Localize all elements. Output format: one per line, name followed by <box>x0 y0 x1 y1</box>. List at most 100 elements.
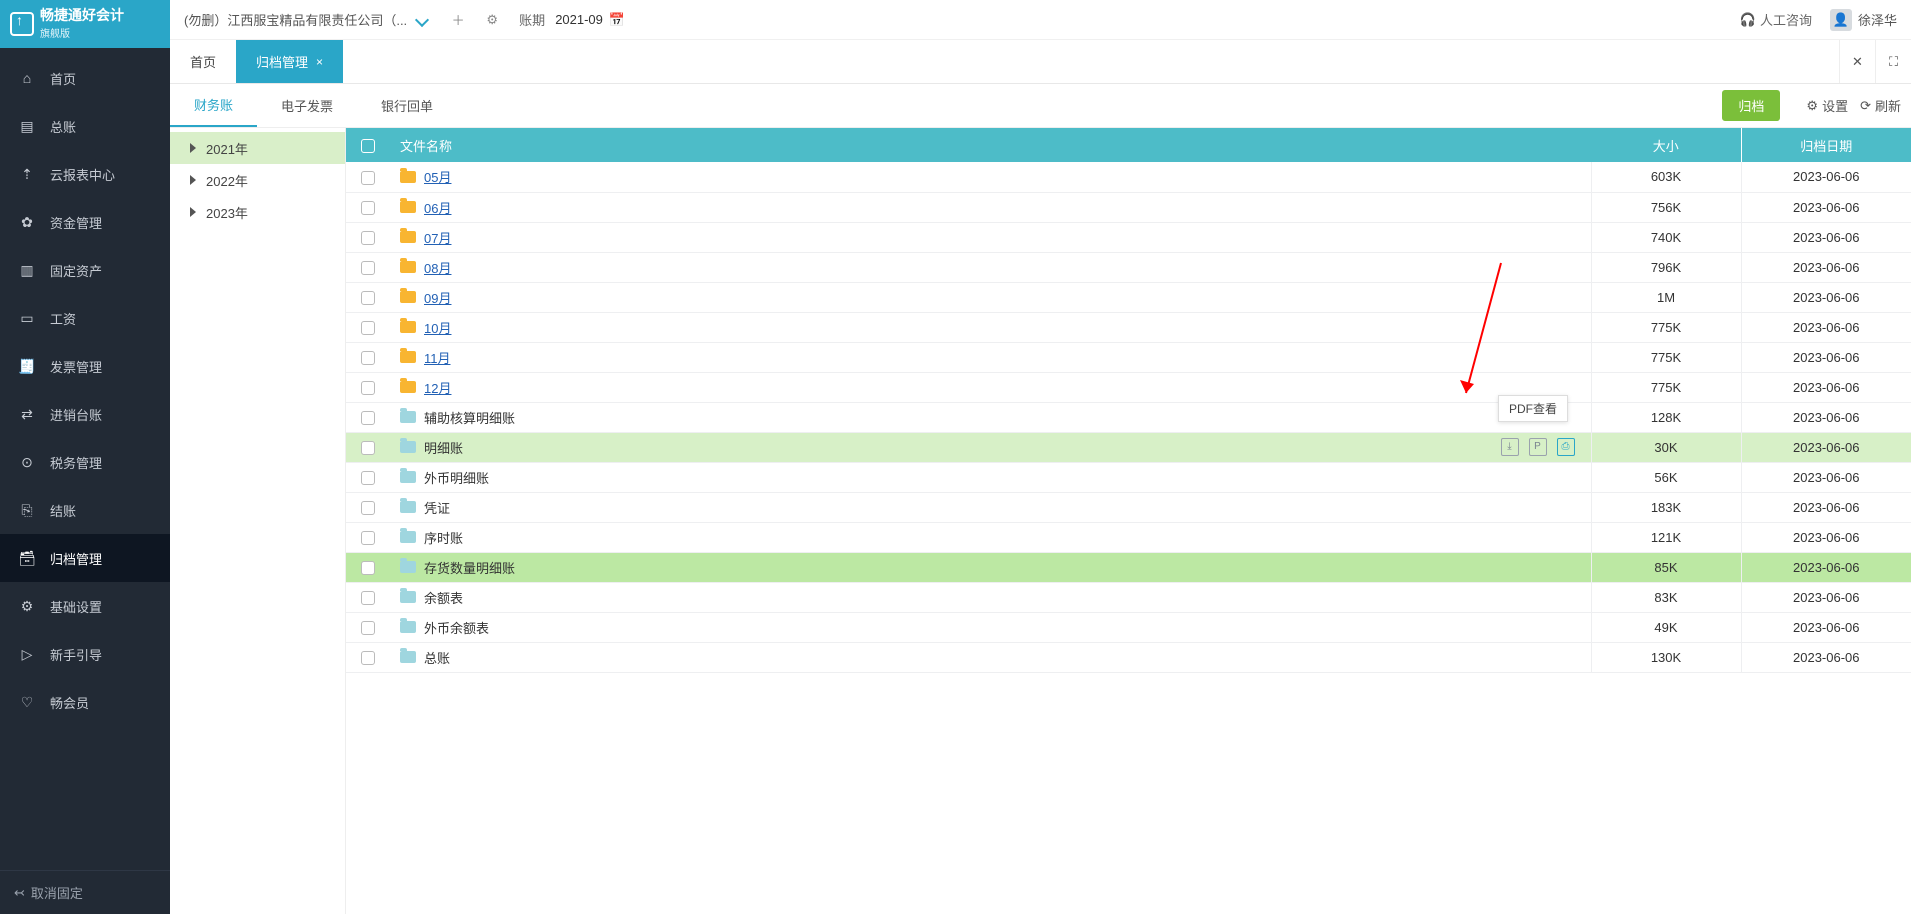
row-checkbox[interactable] <box>361 201 375 215</box>
archive-button[interactable]: 归档 <box>1722 90 1780 121</box>
close-icon[interactable]: × <box>316 55 323 69</box>
file-name[interactable]: 07月 <box>400 228 451 247</box>
subtab-bankreceipt[interactable]: 银行回单 <box>357 84 457 127</box>
user-avatar-icon[interactable]: 👤 <box>1830 9 1852 31</box>
sidebar-unpin[interactable]: ↢ 取消固定 <box>0 870 170 914</box>
file-name[interactable]: 12月 <box>400 378 451 397</box>
table-row[interactable]: 外币余额表49K2023-06-06 <box>346 612 1911 642</box>
pdf-icon[interactable]: P <box>1529 438 1547 456</box>
file-name[interactable]: 余额表 <box>400 588 463 607</box>
file-name[interactable]: 05月 <box>400 167 451 186</box>
calendar-icon[interactable]: 📅 <box>609 12 625 28</box>
tree-year[interactable]: 2021年 <box>170 132 345 164</box>
file-link[interactable]: 09月 <box>424 288 451 307</box>
file-name[interactable]: 外币余额表 <box>400 618 489 637</box>
user-name[interactable]: 徐泽华 <box>1858 10 1897 29</box>
file-name[interactable]: 外币明细账 <box>400 468 489 487</box>
window-close-button[interactable]: ✕ <box>1839 40 1875 83</box>
table-row[interactable]: 凭证183K2023-06-06 <box>346 492 1911 522</box>
file-name[interactable]: 08月 <box>400 258 451 277</box>
table-row[interactable]: 总账130K2023-06-06 <box>346 642 1911 672</box>
row-checkbox[interactable] <box>361 321 375 335</box>
table-row[interactable]: 07月740K2023-06-06 <box>346 222 1911 252</box>
row-checkbox[interactable] <box>361 171 375 185</box>
file-link[interactable]: 06月 <box>424 198 451 217</box>
table-row[interactable]: 辅助核算明细账128K2023-06-06 <box>346 402 1911 432</box>
file-link[interactable]: 08月 <box>424 258 451 277</box>
sidebar-item-11[interactable]: ⚙基础设置 <box>0 582 170 630</box>
consult-link[interactable]: 人工咨询 <box>1760 10 1812 29</box>
add-org-button[interactable]: ＋ <box>449 10 467 29</box>
sidebar-item-7[interactable]: ⇄进销台账 <box>0 390 170 438</box>
window-fullscreen-button[interactable]: ⛶ <box>1875 40 1911 83</box>
settings-action[interactable]: ⚙设置 <box>1806 96 1848 115</box>
table-row[interactable]: 外币明细账56K2023-06-06 <box>346 462 1911 492</box>
sidebar-item-12[interactable]: ▷新手引导 <box>0 630 170 678</box>
file-name[interactable]: 序时账 <box>400 528 463 547</box>
table-row[interactable]: 存货数量明细账85K2023-06-06 <box>346 552 1911 582</box>
row-checkbox[interactable] <box>361 651 375 665</box>
file-name[interactable]: 09月 <box>400 288 451 307</box>
sidebar-item-0[interactable]: ⌂首页 <box>0 54 170 102</box>
refresh-action[interactable]: ⟳刷新 <box>1860 96 1901 115</box>
table-row[interactable]: 06月756K2023-06-06 <box>346 192 1911 222</box>
pdf-view-icon[interactable]: ⎙ <box>1557 438 1575 456</box>
org-settings-button[interactable]: ⚙ <box>483 12 501 28</box>
file-link[interactable]: 07月 <box>424 228 451 247</box>
sidebar-item-13[interactable]: ♡畅会员 <box>0 678 170 726</box>
download-icon[interactable]: ⤓ <box>1501 438 1519 456</box>
row-checkbox[interactable] <box>361 381 375 395</box>
tab-home[interactable]: 首页 <box>170 40 236 83</box>
sidebar-item-5[interactable]: ▭工资 <box>0 294 170 342</box>
file-name[interactable]: 辅助核算明细账 <box>400 408 515 427</box>
row-checkbox[interactable] <box>361 291 375 305</box>
file-link[interactable]: 10月 <box>424 318 451 337</box>
file-link[interactable]: 12月 <box>424 378 451 397</box>
file-name[interactable]: 10月 <box>400 318 451 337</box>
file-name[interactable]: 06月 <box>400 198 451 217</box>
row-checkbox[interactable] <box>361 231 375 245</box>
table-row[interactable]: 09月1M2023-06-06 <box>346 282 1911 312</box>
sidebar-item-8[interactable]: ⊙税务管理 <box>0 438 170 486</box>
table-row[interactable]: 10月775K2023-06-06 <box>346 312 1911 342</box>
row-checkbox[interactable] <box>361 411 375 425</box>
table-row[interactable]: 序时账121K2023-06-06 <box>346 522 1911 552</box>
file-name[interactable]: 凭证 <box>400 498 450 517</box>
sidebar-item-4[interactable]: ▥固定资产 <box>0 246 170 294</box>
row-checkbox[interactable] <box>361 351 375 365</box>
row-checkbox[interactable] <box>361 501 375 515</box>
row-checkbox[interactable] <box>361 591 375 605</box>
file-name[interactable]: 11月 <box>400 348 451 367</box>
table-row[interactable]: 08月796K2023-06-06 <box>346 252 1911 282</box>
period-value[interactable]: 2021-09 <box>555 12 603 27</box>
row-checkbox[interactable] <box>361 531 375 545</box>
table-row[interactable]: 明细账⤓P⎙30K2023-06-06 <box>346 432 1911 462</box>
sidebar-item-1[interactable]: ▤总账 <box>0 102 170 150</box>
sidebar-item-9[interactable]: ⎘结账 <box>0 486 170 534</box>
tree-year[interactable]: 2022年 <box>170 164 345 196</box>
file-link[interactable]: 05月 <box>424 167 451 186</box>
sidebar-item-2[interactable]: ⇡云报表中心 <box>0 150 170 198</box>
subtab-einvoice[interactable]: 电子发票 <box>257 84 357 127</box>
row-checkbox[interactable] <box>361 561 375 575</box>
chevron-down-icon[interactable] <box>415 12 429 26</box>
org-selector[interactable]: (勿删）江西服宝精品有限责任公司（... <box>184 10 407 29</box>
table-row[interactable]: 11月775K2023-06-06 <box>346 342 1911 372</box>
tab-archive[interactable]: 归档管理 × <box>236 40 343 83</box>
file-name[interactable]: 存货数量明细账 <box>400 558 515 577</box>
table-row[interactable]: 05月603K2023-06-06 <box>346 162 1911 192</box>
select-all-checkbox[interactable] <box>361 139 375 153</box>
table-row[interactable]: 12月775K2023-06-06 <box>346 372 1911 402</box>
row-checkbox[interactable] <box>361 441 375 455</box>
file-link[interactable]: 11月 <box>424 348 451 367</box>
tree-year[interactable]: 2023年 <box>170 196 345 228</box>
file-name[interactable]: 总账 <box>400 648 450 667</box>
row-checkbox[interactable] <box>361 621 375 635</box>
table-row[interactable]: 余额表83K2023-06-06 <box>346 582 1911 612</box>
sidebar-item-10[interactable]: 🗃归档管理 <box>0 534 170 582</box>
row-checkbox[interactable] <box>361 261 375 275</box>
row-checkbox[interactable] <box>361 471 375 485</box>
sidebar-item-3[interactable]: ✿资金管理 <box>0 198 170 246</box>
subtab-finance[interactable]: 财务账 <box>170 84 257 127</box>
sidebar-item-6[interactable]: 🧾发票管理 <box>0 342 170 390</box>
